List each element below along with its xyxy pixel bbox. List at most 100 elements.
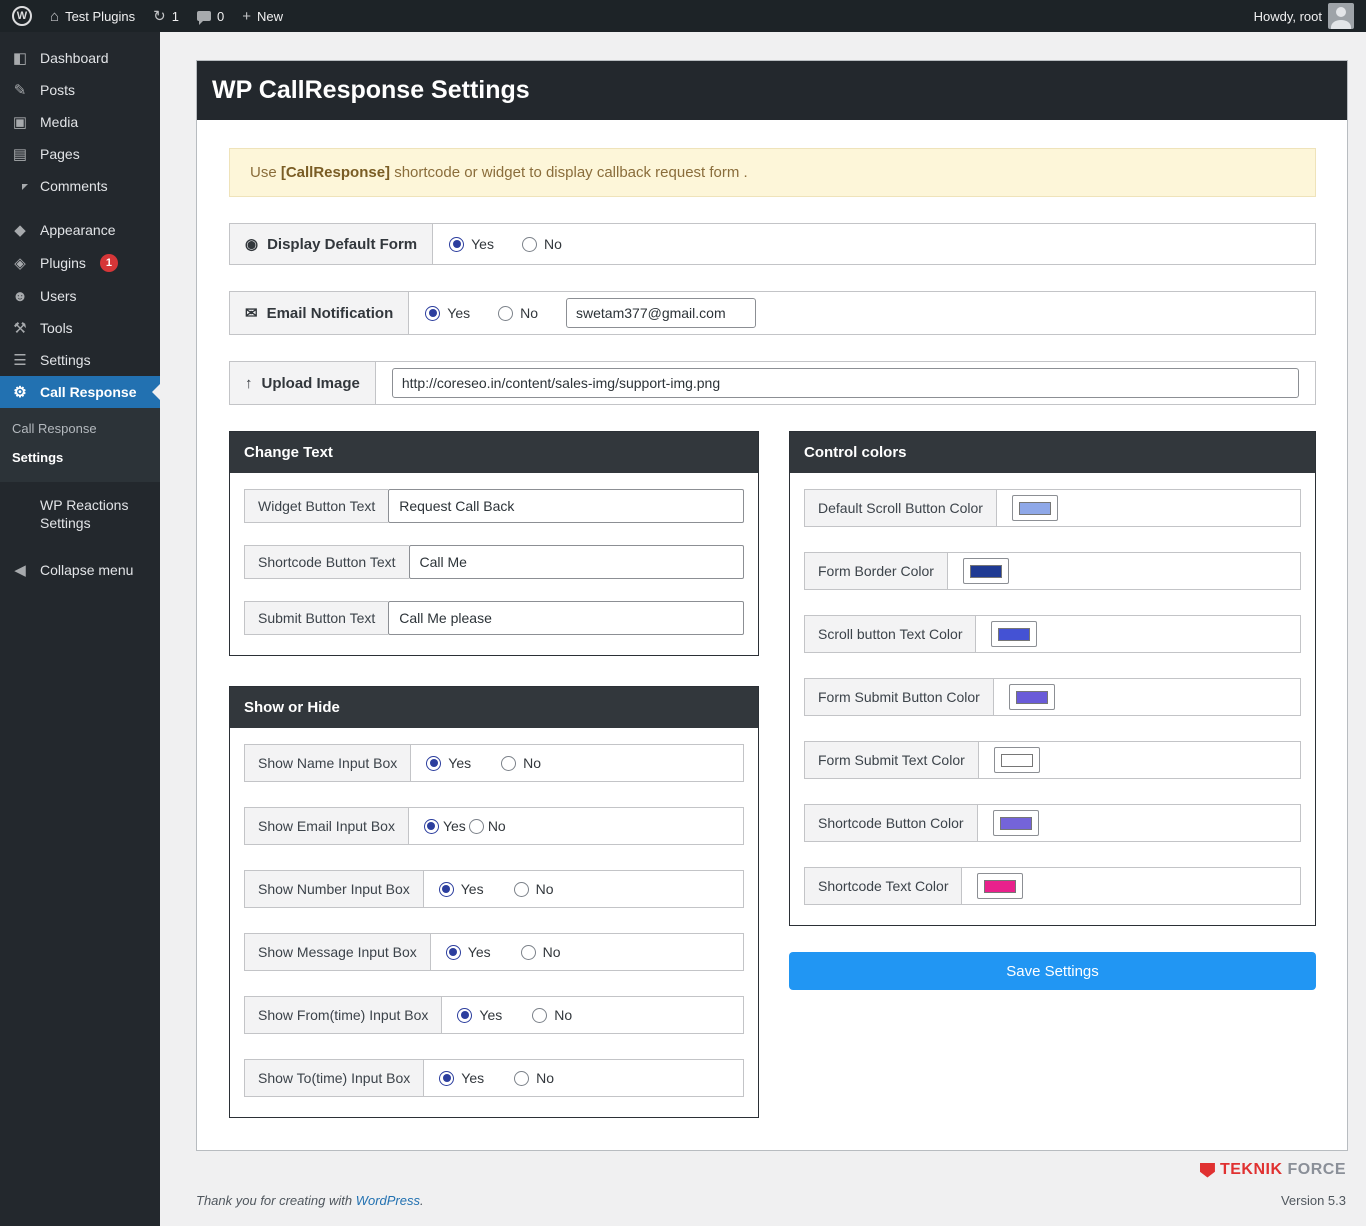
show-email-no-radio[interactable]: No (468, 818, 506, 834)
color-picker-cell (962, 868, 1300, 904)
radio-selected-icon[interactable] (439, 1070, 455, 1086)
radio-label: Yes (442, 818, 466, 834)
sidebar-item-posts[interactable]: ✎ Posts (0, 74, 160, 106)
new-content-menu[interactable]: + New (242, 9, 283, 24)
radio-unselected-icon[interactable] (513, 881, 529, 897)
page-title: WP CallResponse Settings (212, 76, 530, 104)
site-name-menu[interactable]: ⌂ Test Plugins (50, 9, 135, 24)
sidebar-item-users[interactable]: ☻ Users (0, 280, 160, 312)
submit-button-text-input[interactable] (388, 601, 744, 635)
users-icon: ☻ (12, 287, 28, 305)
radio-selected-icon[interactable] (438, 881, 454, 897)
sidebar-item-media[interactable]: ▣ Media (0, 106, 160, 138)
show-from-time-yes-radio[interactable]: Yes (457, 1007, 502, 1023)
shortcode-button-text-input[interactable] (408, 545, 744, 579)
save-settings-button[interactable]: Save Settings (789, 952, 1316, 990)
upload-icon: ↑ (245, 374, 253, 392)
show-from-time-input-box-row: Show From(time) Input Box Yes No (244, 996, 744, 1034)
sidebar-item-call-response[interactable]: ⚙ Call Response (0, 376, 160, 408)
show-to-time-yes-radio[interactable]: Yes (439, 1070, 484, 1086)
radio-selected-icon[interactable] (445, 944, 461, 960)
form-submit-text-color-picker[interactable] (993, 747, 1040, 773)
notice-text: shortcode or widget to display callback … (390, 164, 748, 181)
scroll-button-text-color-row: Scroll button Text Color (804, 615, 1301, 653)
howdy-menu[interactable]: Howdy, root (1254, 3, 1354, 29)
show-message-no-radio[interactable]: No (520, 944, 561, 960)
sidebar-item-appearance[interactable]: ◆ Appearance (0, 214, 160, 246)
widget-button-text-input[interactable] (388, 489, 744, 523)
show-or-hide-panel: Show or Hide Show Name Input Box Yes No … (229, 686, 759, 1118)
notice-shortcode: [CallResponse] (280, 164, 391, 181)
default-scroll-button-color-picker[interactable] (1011, 495, 1058, 521)
email-notification-yes-radio[interactable]: Yes (425, 305, 470, 321)
radio-unselected-icon[interactable] (520, 944, 536, 960)
radio-unselected-icon[interactable] (532, 1007, 548, 1023)
shortcode-button-color-picker[interactable] (992, 810, 1039, 836)
shortcode-text-color-picker[interactable] (977, 873, 1024, 899)
sidebar-item-label: Appearance (40, 222, 116, 238)
radio-unselected-icon[interactable] (498, 305, 514, 321)
radio-unselected-icon[interactable] (501, 755, 517, 771)
change-text-panel: Change Text Widget Button Text Shortcode… (229, 431, 759, 656)
radio-unselected-icon[interactable] (521, 236, 537, 252)
updates-menu[interactable]: ↻ 1 (153, 9, 179, 24)
plugins-icon: ◈ (14, 254, 26, 272)
submenu-item-settings[interactable]: Settings (0, 443, 160, 472)
teknikforce-name-gray: FORCE (1287, 1161, 1346, 1178)
sidebar-item-dashboard[interactable]: ◧ Dashboard (0, 42, 160, 74)
sidebar-item-tools[interactable]: ⚒ Tools (0, 312, 160, 344)
sidebar-item-pages[interactable]: ▤ Pages (0, 138, 160, 170)
show-email-yes-radio[interactable]: Yes (423, 818, 466, 834)
show-name-options: Yes No (411, 745, 743, 781)
submenu-item-call-response[interactable]: Call Response (0, 414, 160, 443)
notification-email-input[interactable] (566, 298, 757, 328)
scroll-button-text-color-picker[interactable] (991, 621, 1038, 647)
radio-selected-icon[interactable] (423, 818, 439, 834)
collapse-menu-button[interactable]: ◀ Collapse menu (0, 554, 160, 586)
show-email-input-box-row: Show Email Input Box Yes No (244, 807, 744, 845)
radio-selected-icon[interactable] (449, 236, 465, 252)
form-submit-button-color-picker[interactable] (1008, 684, 1055, 710)
color-swatch (1018, 501, 1051, 515)
radio-selected-icon[interactable] (426, 755, 442, 771)
color-picker-cell (997, 490, 1300, 526)
show-number-no-radio[interactable]: No (513, 881, 554, 897)
show-name-no-radio[interactable]: No (501, 755, 541, 771)
sidebar-item-label: Dashboard (40, 50, 109, 66)
sidebar-item-label: Users (40, 288, 77, 304)
form-submit-button-color-label: Form Submit Button Color (805, 679, 994, 715)
settings-icon: ☰ (13, 351, 27, 369)
shortcode-button-color-row: Shortcode Button Color (804, 804, 1301, 842)
new-label: New (256, 8, 283, 24)
comments-count: 0 (216, 8, 225, 24)
user-avatar (1328, 3, 1354, 29)
show-from-time-no-radio[interactable]: No (532, 1007, 572, 1023)
radio-selected-icon[interactable] (425, 305, 441, 321)
sidebar-item-wp-reactions[interactable]: WP Reactions Settings (0, 488, 160, 540)
show-message-yes-radio[interactable]: Yes (445, 944, 491, 960)
sidebar-item-comments[interactable]: Comments (0, 170, 160, 202)
howdy-label: Howdy, root (1253, 8, 1322, 24)
comments-menu[interactable]: 0 (196, 8, 225, 25)
email-notification-row: ✉ Email Notification Yes No (229, 291, 1316, 335)
pages-icon: ▤ (12, 145, 28, 163)
show-message-options: Yes No (431, 934, 743, 970)
radio-unselected-icon[interactable] (468, 818, 484, 834)
show-to-time-no-radio[interactable]: No (514, 1070, 554, 1086)
show-number-yes-radio[interactable]: Yes (438, 881, 484, 897)
upload-image-row: ↑ Upload Image (229, 361, 1316, 405)
sidebar-item-settings[interactable]: ☰ Settings (0, 344, 160, 376)
sidebar-item-plugins[interactable]: ◈ Plugins 1 (0, 246, 160, 280)
sidebar-item-label: Comments (40, 178, 108, 194)
show-name-yes-radio[interactable]: Yes (426, 755, 471, 771)
radio-label: No (542, 944, 561, 960)
email-notification-no-radio[interactable]: No (498, 305, 538, 321)
display-default-form-yes-radio[interactable]: Yes (449, 236, 494, 252)
radio-selected-icon[interactable] (457, 1007, 473, 1023)
wordpress-logo-icon[interactable]: W (12, 6, 32, 26)
image-url-input[interactable] (391, 368, 1299, 398)
form-border-color-picker[interactable] (962, 558, 1009, 584)
display-default-form-no-radio[interactable]: No (521, 236, 562, 252)
wordpress-link[interactable]: WordPress (356, 1193, 420, 1208)
radio-unselected-icon[interactable] (514, 1070, 530, 1086)
